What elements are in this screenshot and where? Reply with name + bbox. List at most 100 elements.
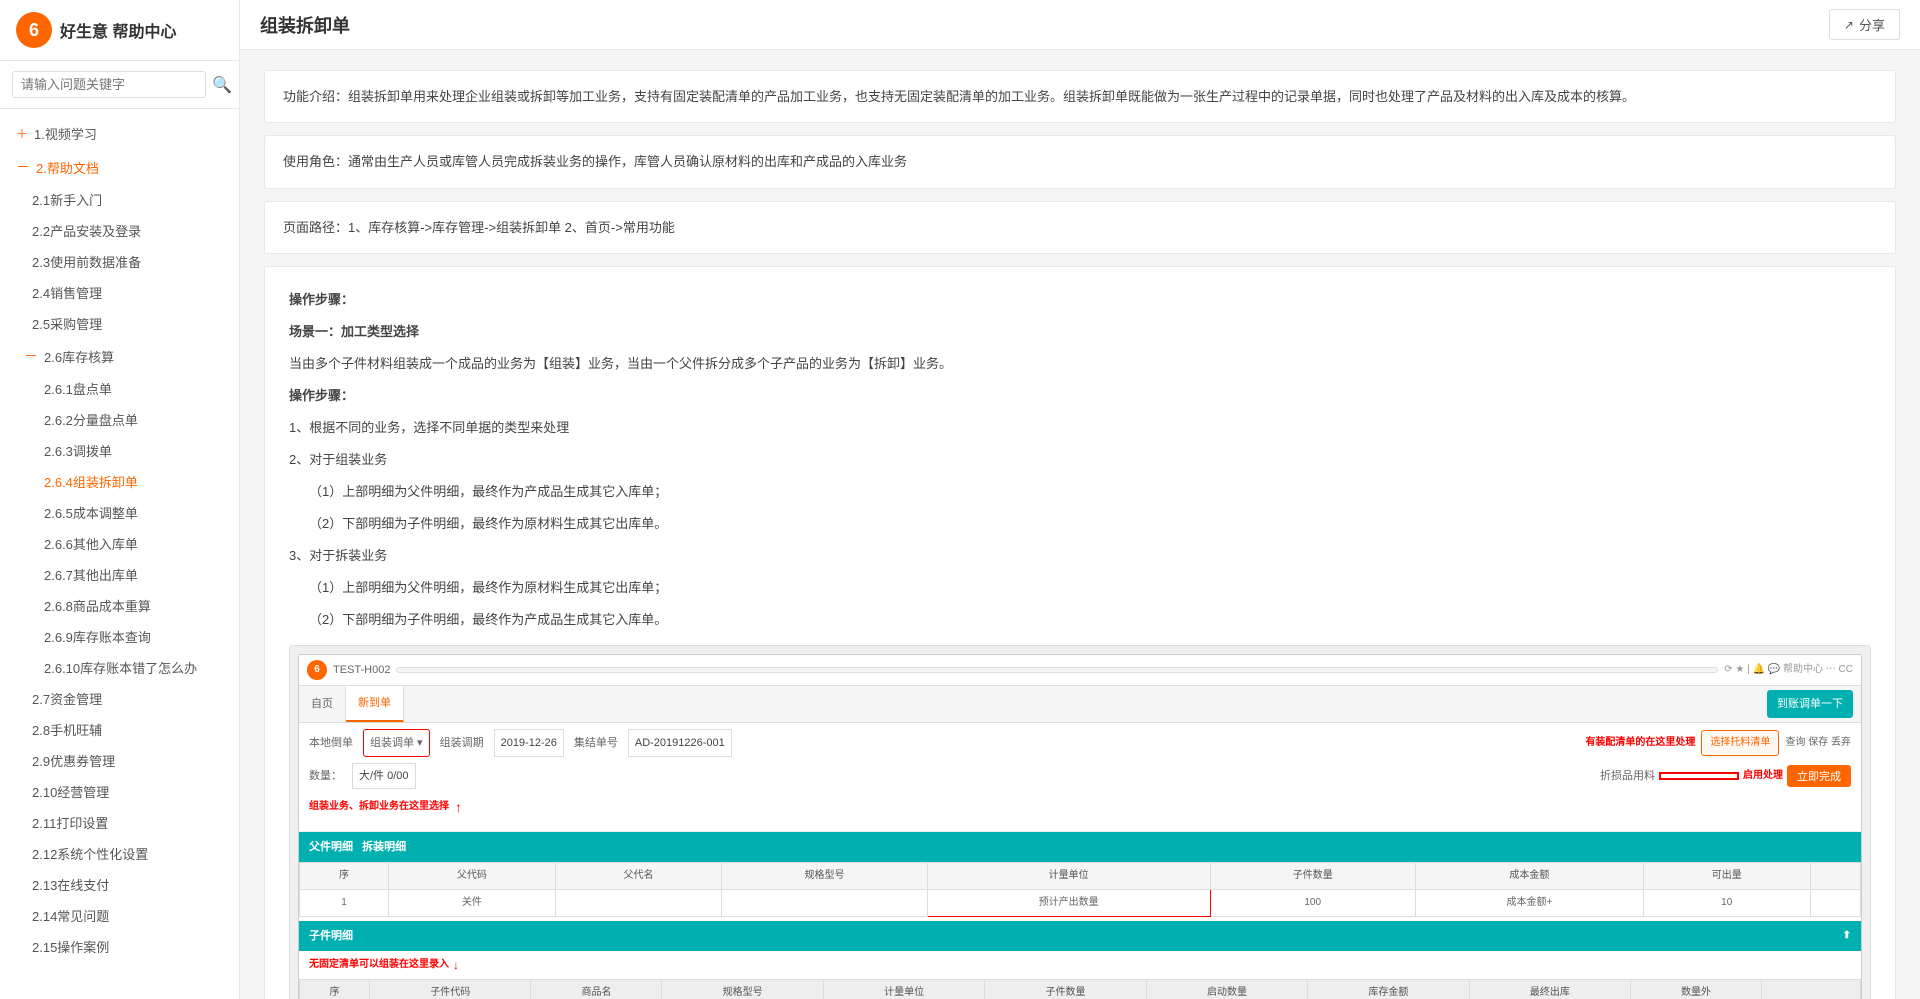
fake-th: 计量单位 [823, 980, 984, 999]
sidebar-item-docs-25[interactable]: 2.5采购管理 [0, 308, 239, 339]
sidebar-item-docs-264[interactable]: 2.6.4组装拆卸单 [0, 466, 239, 497]
fake-child-section: 子件明细 ⬆ [299, 921, 1861, 951]
step3-1: （1）上部明细为父件明细，最终作为原材料生成其它出库单； [309, 575, 1871, 601]
share-button[interactable]: ↗ 分享 [1829, 9, 1900, 40]
sidebar-item-docs-211[interactable]: 2.11打印设置 [0, 807, 239, 838]
sidebar-item-docs-22[interactable]: 2.2产品安装及登录 [0, 215, 239, 246]
sidebar-item-docs-266[interactable]: 2.6.6其他入库单 [0, 528, 239, 559]
fake-select-bill-btn: 选择托料清单 [1701, 730, 1779, 756]
table-cell: 关件 [389, 890, 556, 917]
sidebar-item-label: 2.6库存核算 [44, 347, 114, 366]
search-input[interactable] [12, 71, 206, 98]
role-block: 使用角色：通常由生产人员或库管人员完成拆装业务的操作，库管人员确认原材料的出库和… [264, 135, 1896, 188]
plus-icon: ＋ [16, 125, 28, 142]
fake-th: 子件数量 [1210, 863, 1415, 890]
fake-th: 商品名 [531, 980, 662, 999]
table-cell: 10 [1643, 890, 1810, 917]
share-label: 分享 [1859, 15, 1885, 34]
step2-1: （1）上部明细为父件明细，最终作为产成品生成其它入库单； [309, 479, 1871, 505]
minus-icon: － [24, 346, 38, 366]
fake-address-text: TEST-H002 [333, 659, 390, 681]
fake-select-label: 折损品用料 [1600, 765, 1655, 787]
sidebar-item-docs-212[interactable]: 2.12系统个性化设置 [0, 838, 239, 869]
table-cell: 1 [300, 890, 389, 917]
sidebar-item-docs-23[interactable]: 2.3使用前数据准备 [0, 246, 239, 277]
fake-annotation-row2: 组装业务、拆卸业务在这里选择 ↑ [309, 793, 1851, 821]
table-cell [555, 890, 722, 917]
sidebar-item-docs-268[interactable]: 2.6.8商品成本重算 [0, 590, 239, 621]
screenshot-container: 6 TEST-H002 ⟳ ★ | 🔔 💬 帮助中心 ⋯ CC 自页 新到单 到… [289, 645, 1871, 999]
fake-parent-section: 父件明细 拆装明细 [299, 832, 1861, 862]
sidebar-item-label: 2.帮助文档 [36, 158, 99, 177]
sidebar-item-docs-267[interactable]: 2.6.7其他出库单 [0, 559, 239, 590]
logo-text: 好生意 帮助中心 [60, 18, 176, 42]
fake-th: 启动数量 [1146, 980, 1307, 999]
sidebar-item-label: 1.视频学习 [34, 124, 97, 143]
screenshot-inner: 6 TEST-H002 ⟳ ★ | 🔔 💬 帮助中心 ⋯ CC 自页 新到单 到… [290, 646, 1870, 999]
fake-th: 父代码 [389, 863, 556, 890]
table-cell: 100 [1210, 890, 1415, 917]
sidebar-item-docs-29[interactable]: 2.9优惠券管理 [0, 745, 239, 776]
fake-parent-table: 序 父代码 父代名 规格型号 计量单位 子件数量 成本金额 可出量 [299, 862, 1861, 917]
fake-th: 子件数量 [985, 980, 1146, 999]
intro-block: 功能介绍：组装拆卸单用来处理企业组装或拆卸等加工业务，支持有固定装配清单的产品加… [264, 70, 1896, 123]
minus-icon: － [16, 157, 30, 177]
table-cell-highlighted: 预计产出数量 [927, 890, 1210, 917]
fake-tab-new: 新到单 [346, 686, 404, 722]
fake-date-val: 2019-12-26 [494, 729, 564, 757]
fake-th: 规格型号 [662, 980, 823, 999]
sidebar-item-docs-215[interactable]: 2.15操作案例 [0, 931, 239, 962]
fake-th: 父代名 [555, 863, 722, 890]
sidebar-item-docs-28[interactable]: 2.8手机旺辅 [0, 714, 239, 745]
fake-browser-topbar: 6 TEST-H002 ⟳ ★ | 🔔 💬 帮助中心 ⋯ CC [299, 655, 1861, 686]
steps-block: 操作步骤： 场景一：加工类型选择 当由多个子件材料组装成一个成品的业务为【组装】… [264, 266, 1896, 999]
fake-form-row1: 本地倒单 组装调单 ▾ 组装调期 2019-12-26 集结单号 AD-2019… [309, 729, 1851, 757]
search-area: 🔍 [0, 61, 239, 109]
step1: 1、根据不同的业务，选择不同单据的类型来处理 [289, 415, 1871, 441]
sidebar-item-docs-265[interactable]: 2.6.5成本调整单 [0, 497, 239, 528]
fake-expand-icon: ⬆ [1843, 926, 1851, 946]
fake-extra-btns: 查询 保存 丢弃 [1785, 733, 1851, 753]
sidebar-item-docs-261[interactable]: 2.6.1盘点单 [0, 373, 239, 404]
sidebar-item-docs[interactable]: － 2.帮助文档 [0, 150, 239, 184]
fake-th: 数量外 [1631, 980, 1762, 999]
step3-2: （2）下部明细为子件明细，最终作为产成品生成其它入库单。 [309, 607, 1871, 633]
sidebar-item-docs-213[interactable]: 2.13在线支付 [0, 869, 239, 900]
sidebar-item-docs-263[interactable]: 2.6.3调拨单 [0, 435, 239, 466]
table-cell: 成本金额+ [1415, 890, 1643, 917]
fake-confirm-btn[interactable]: 立即完成 [1787, 765, 1851, 787]
sidebar-item-docs-269[interactable]: 2.6.9库存账本查询 [0, 621, 239, 652]
fake-th: 最终出库 [1469, 980, 1630, 999]
scenario1-desc: 当由多个子件材料组装成一个成品的业务为【组装】业务，当由一个父件拆分成多个子产品… [289, 351, 1871, 377]
fake-annotation-area1: 有装配清单的在这里处理 选择托料清单 查询 保存 丢弃 [1585, 730, 1851, 756]
step3: 3、对于拆装业务 [289, 543, 1871, 569]
table-cell [1810, 890, 1860, 917]
sidebar-item-docs-262[interactable]: 2.6.2分量盘点单 [0, 404, 239, 435]
annotation4-text: 无固定清单可以组装在这里录入 [309, 955, 449, 975]
sidebar-item-docs-26[interactable]: － 2.6库存核算 [0, 339, 239, 373]
arrow-up-icon: ↑ [455, 793, 462, 821]
fake-th: 计量单位 [927, 863, 1210, 890]
search-icon[interactable]: 🔍 [212, 75, 232, 95]
path-block: 页面路径：1、库存核算->库存管理->组装拆卸单 2、首页->常用功能 [264, 201, 1896, 254]
steps-title: 操作步骤： [289, 383, 1871, 409]
annotation1-text: 有装配清单的在这里处理 [1585, 733, 1695, 753]
fake-annotation-row4: 无固定清单可以组装在这里录入 ↓ [299, 951, 1861, 979]
logo-area: 6 好生意 帮助中心 [0, 0, 239, 61]
sidebar-item-docs-24[interactable]: 2.4销售管理 [0, 277, 239, 308]
sidebar-item-docs-27[interactable]: 2.7资金管理 [0, 683, 239, 714]
sidebar-item-docs-21[interactable]: 2.1新手入门 [0, 184, 239, 215]
annotation3-text: 启用处理 [1743, 766, 1783, 786]
sidebar-item-video[interactable]: ＋ 1.视频学习 [0, 117, 239, 150]
ops-title: 操作步骤： [289, 287, 1871, 313]
fake-qty-label: 数量： [309, 765, 342, 787]
sidebar-item-docs-214[interactable]: 2.14常见问题 [0, 900, 239, 931]
fake-th: 子件代码 [370, 980, 531, 999]
sidebar-item-docs-210[interactable]: 2.10经营管理 [0, 776, 239, 807]
annotation2-text: 组装业务、拆卸业务在这里选择 [309, 797, 449, 817]
fake-new-order-btn: 到账调单一下 [1767, 690, 1853, 718]
fake-th [1762, 980, 1861, 999]
sidebar-item-docs-2610[interactable]: 2.6.10库存账本错了怎么办 [0, 652, 239, 683]
fake-type-label: 本地倒单 [309, 732, 353, 754]
fake-nav-icon: ⟳ ★ | 🔔 💬 帮助中心 ⋯ CC [1724, 660, 1853, 680]
